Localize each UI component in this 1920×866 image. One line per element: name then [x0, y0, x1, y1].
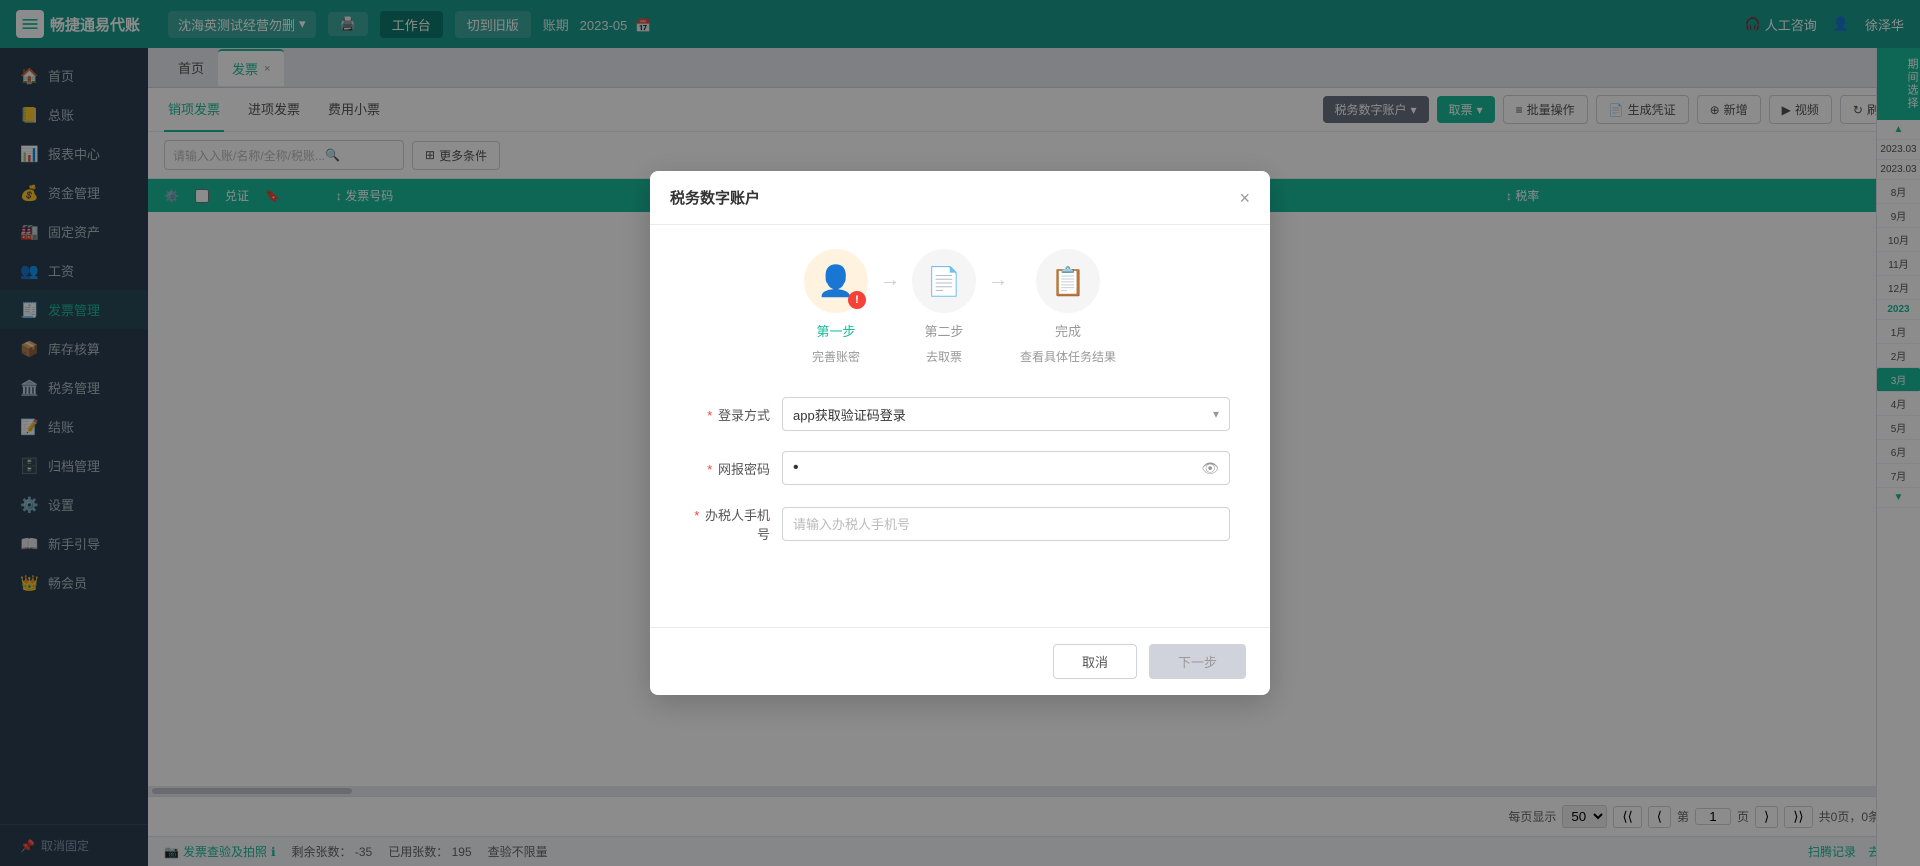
step-3-label: 完成 [1055, 321, 1081, 340]
web-pw-required: * [707, 462, 712, 477]
phone-row: * 办税人手机号 [690, 505, 1230, 543]
modal-footer: 取消 下一步 [650, 627, 1270, 695]
password-dot: • [793, 459, 801, 477]
login-method-select[interactable]: app获取验证码登录 ▾ [782, 397, 1230, 431]
modal-spacer [690, 563, 1230, 603]
modal-title: 税务数字账户 [670, 187, 760, 208]
step-1-sub: 完善账密 [812, 348, 860, 365]
web-password-field[interactable]: • 👁 [782, 451, 1230, 485]
steps-container: 👤 ! 第一步 完善账密 → 📄 第二步 去取票 → [690, 249, 1230, 365]
step-2-icon-wrap: 📄 [912, 249, 976, 313]
step-2-label: 第二步 [924, 321, 963, 340]
step-3-icon-wrap: 📋 [1036, 249, 1100, 313]
password-eye-icon[interactable]: 👁 [1201, 460, 1219, 477]
modal-body: 👤 ! 第一步 完善账密 → 📄 第二步 去取票 → [650, 225, 1270, 627]
login-method-required: * [707, 408, 712, 423]
web-password-row: * 网报密码 • 👁 [690, 451, 1230, 485]
step-3-icon: 📋 [1051, 265, 1086, 298]
step-1-label: 第一步 [816, 321, 855, 340]
phone-label: * 办税人手机号 [690, 505, 770, 543]
next-step-button[interactable]: 下一步 [1149, 644, 1246, 679]
step-1-icon: 👤 [817, 264, 854, 299]
step-1: 👤 ! 第一步 完善账密 [804, 249, 868, 365]
select-arrow-icon: ▾ [1213, 407, 1219, 421]
modal-close-button[interactable]: × [1239, 189, 1250, 207]
step-3-sub: 查看具体任务结果 [1020, 348, 1116, 365]
login-method-label: * 登录方式 [690, 405, 770, 424]
step-2-sub: 去取票 [926, 348, 962, 365]
cancel-button[interactable]: 取消 [1053, 644, 1137, 679]
login-method-row: * 登录方式 app获取验证码登录 ▾ [690, 397, 1230, 431]
step-1-error-badge: ! [848, 291, 866, 309]
login-method-value: app获取验证码登录 [793, 405, 906, 424]
step-2: 📄 第二步 去取票 [912, 249, 976, 365]
modal-overlay: 税务数字账户 × 👤 ! 第一步 完善账密 → [0, 0, 1920, 866]
step-1-icon-wrap: 👤 ! [804, 249, 868, 313]
step-3: 📋 完成 查看具体任务结果 [1020, 249, 1116, 365]
modal-form: * 登录方式 app获取验证码登录 ▾ * 网报密码 • [690, 397, 1230, 543]
modal-dialog: 税务数字账户 × 👤 ! 第一步 完善账密 → [650, 171, 1270, 695]
step-arrow-2: → [988, 269, 1008, 292]
web-password-label: * 网报密码 [690, 459, 770, 478]
step-arrow-1: → [880, 269, 900, 292]
phone-required: * [694, 508, 699, 523]
phone-input[interactable] [782, 507, 1230, 541]
step-2-icon: 📄 [927, 265, 962, 298]
modal-header: 税务数字账户 × [650, 171, 1270, 225]
